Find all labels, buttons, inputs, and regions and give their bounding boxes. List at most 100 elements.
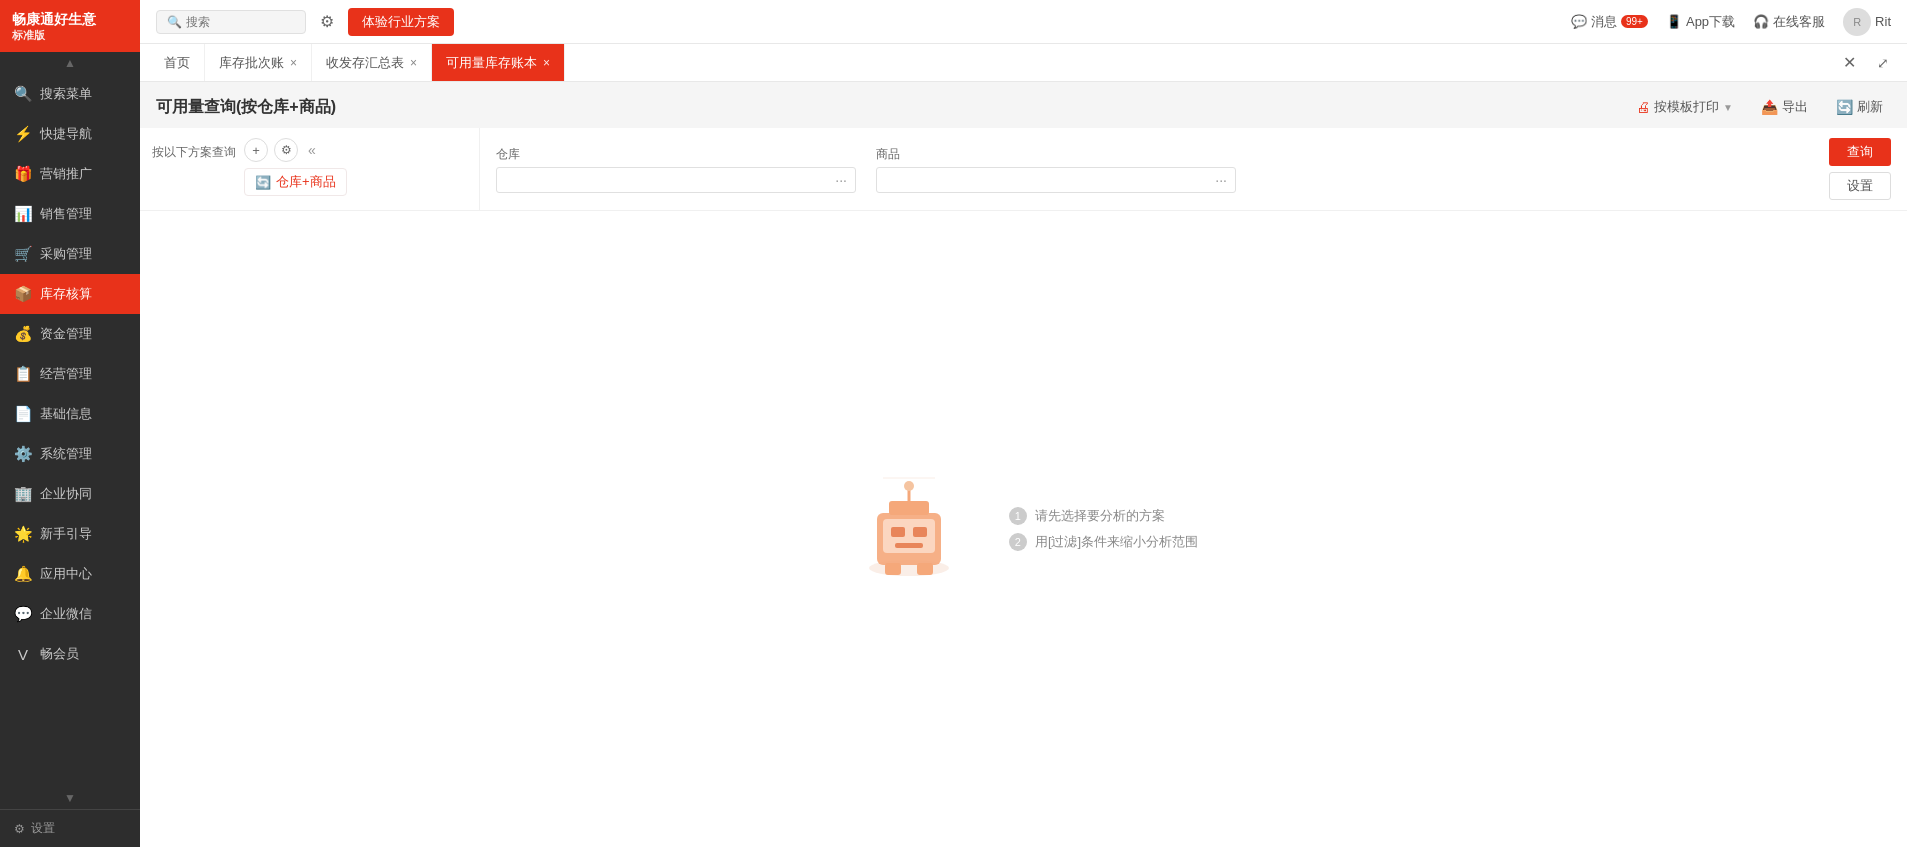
sidebar-item-marketing[interactable]: 🎁 营销推广 — [0, 154, 140, 194]
filter-buttons: 查询 设置 — [1829, 138, 1891, 200]
sidebar-item-search[interactable]: 🔍 搜索菜单 — [0, 74, 140, 114]
search-input[interactable] — [186, 15, 296, 29]
sidebar-label-system: 系统管理 — [40, 445, 92, 463]
sidebar-item-wechat[interactable]: 💬 企业微信 — [0, 594, 140, 634]
svg-rect-10 — [917, 563, 933, 575]
product-label: 商品 — [876, 146, 1236, 163]
sidebar-item-basic[interactable]: 📄 基础信息 — [0, 394, 140, 434]
sidebar-nav: 🔍 搜索菜单 ⚡ 快捷导航 🎁 营销推广 📊 销售管理 🛒 采购管理 📦 库存核… — [0, 74, 140, 787]
sidebar-label-newuser: 新手引导 — [40, 525, 92, 543]
sidebar-item-operations[interactable]: 📋 经营管理 — [0, 354, 140, 394]
tab-summary[interactable]: 收发存汇总表× — [312, 44, 432, 81]
sidebar-label-apps: 应用中心 — [40, 565, 92, 583]
warehouse-input[interactable] — [505, 173, 835, 187]
query-button[interactable]: 查询 — [1829, 138, 1891, 166]
scheme-warehouse-product[interactable]: 🔄 仓库+商品 — [244, 168, 347, 196]
topbar-right: 💬 消息 99+ 📱 App下载 🎧 在线客服 R Rit — [1571, 8, 1891, 36]
tab-close-batch[interactable]: × — [290, 56, 297, 70]
svg-rect-4 — [913, 527, 927, 537]
sidebar-item-system[interactable]: ⚙️ 系统管理 — [0, 434, 140, 474]
trial-button[interactable]: 体验行业方案 — [348, 8, 454, 36]
close-tab-btn[interactable]: ✕ — [1835, 49, 1863, 77]
sidebar: 畅康通好生意 标准版 ▲ 🔍 搜索菜单 ⚡ 快捷导航 🎁 营销推广 📊 销售管理… — [0, 0, 140, 847]
tab-home[interactable]: 首页 — [150, 44, 205, 81]
filter-scheme-row: + ⚙ « — [244, 138, 347, 162]
sidebar-label-search: 搜索菜单 — [40, 85, 92, 103]
collapse-btn[interactable]: « — [304, 140, 320, 160]
system-icon: ⚙️ — [14, 445, 32, 463]
sidebar-label-wechat: 企业微信 — [40, 605, 92, 623]
sidebar-item-apps[interactable]: 🔔 应用中心 — [0, 554, 140, 594]
filter-right: 仓库 ··· 商品 ··· 查询 设置 — [480, 128, 1907, 210]
search-icon: 🔍 — [167, 15, 182, 29]
sidebar-footer-settings[interactable]: ⚙ 设置 — [0, 809, 140, 847]
product-more-icon[interactable]: ··· — [1215, 172, 1227, 188]
sidebar-item-shortcut[interactable]: ⚡ 快捷导航 — [0, 114, 140, 154]
export-label: 导出 — [1782, 98, 1808, 116]
message-btn[interactable]: 💬 消息 99+ — [1571, 13, 1648, 31]
sidebar-label-basic: 基础信息 — [40, 405, 92, 423]
app-download-label: App下载 — [1686, 13, 1735, 31]
service-label: 在线客服 — [1773, 13, 1825, 31]
filter-label: 按以下方案查询 — [152, 138, 236, 161]
empty-cube-svg — [849, 473, 969, 583]
svg-rect-3 — [891, 527, 905, 537]
topbar: 🔍 ⚙ 体验行业方案 💬 消息 99+ 📱 App下载 🎧 在线客服 R — [140, 0, 1907, 44]
sidebar-item-member[interactable]: V 畅会员 — [0, 634, 140, 674]
print-btn[interactable]: 🖨 按模板打印 ▼ — [1628, 94, 1741, 120]
sidebar-scroll-up[interactable]: ▲ — [0, 52, 140, 74]
sidebar-scroll-down[interactable]: ▼ — [0, 787, 140, 809]
hint-text-2: 用[过滤]条件来缩小分析范围 — [1035, 533, 1198, 551]
filter-field-warehouse: 仓库 ··· — [496, 146, 856, 193]
add-scheme-btn[interactable]: + — [244, 138, 268, 162]
sidebar-item-sales[interactable]: 📊 销售管理 — [0, 194, 140, 234]
sidebar-label-marketing: 营销推广 — [40, 165, 92, 183]
user-avatar-btn[interactable]: R Rit — [1843, 8, 1891, 36]
sidebar-item-purchase[interactable]: 🛒 采购管理 — [0, 234, 140, 274]
product-input-box[interactable]: ··· — [876, 167, 1236, 193]
sidebar-label-finance: 资金管理 — [40, 325, 92, 343]
tab-close-summary[interactable]: × — [410, 56, 417, 70]
sidebar-item-inventory[interactable]: 📦 库存核算 — [0, 274, 140, 314]
scheme-icon: 🔄 — [255, 175, 271, 190]
edit-scheme-btn[interactable]: ⚙ — [274, 138, 298, 162]
svg-rect-5 — [895, 543, 923, 548]
refresh-btn[interactable]: 🔄 刷新 — [1828, 94, 1891, 120]
topbar-search-box[interactable]: 🔍 — [156, 10, 306, 34]
sidebar-item-newuser[interactable]: 🌟 新手引导 — [0, 514, 140, 554]
page-header-actions: 🖨 按模板打印 ▼ 📤 导出 🔄 刷新 — [1628, 94, 1891, 120]
tab-available[interactable]: 可用量库存账本× — [432, 44, 565, 81]
message-badge: 99+ — [1621, 15, 1648, 28]
inventory-icon: 📦 — [14, 285, 32, 303]
message-label: 消息 — [1591, 13, 1617, 31]
expand-tab-btn[interactable]: ⤢ — [1869, 49, 1897, 77]
app-download-btn[interactable]: 📱 App下载 — [1666, 13, 1735, 31]
svg-rect-9 — [885, 563, 901, 575]
settings-button[interactable]: 设置 — [1829, 172, 1891, 200]
warehouse-input-box[interactable]: ··· — [496, 167, 856, 193]
user-name: Rit — [1875, 14, 1891, 29]
filter-left: 按以下方案查询 + ⚙ « 🔄 仓库+商品 — [140, 128, 480, 210]
product-input[interactable] — [885, 173, 1215, 187]
sidebar-label-purchase: 采购管理 — [40, 245, 92, 263]
settings-icon: ⚙ — [14, 822, 25, 836]
sidebar-item-enterprise[interactable]: 🏢 企业协同 — [0, 474, 140, 514]
filter-field-product: 商品 ··· — [876, 146, 1236, 193]
topbar-gear-icon[interactable]: ⚙ — [316, 8, 338, 35]
warehouse-label: 仓库 — [496, 146, 856, 163]
member-icon: V — [14, 646, 32, 663]
sidebar-item-finance[interactable]: 💰 资金管理 — [0, 314, 140, 354]
tab-batch[interactable]: 库存批次账× — [205, 44, 312, 81]
enterprise-icon: 🏢 — [14, 485, 32, 503]
content-area: 1 请先选择要分析的方案 2 用[过滤]条件来缩小分析范围 — [140, 211, 1907, 847]
filter-container: 按以下方案查询 + ⚙ « 🔄 仓库+商品 仓库 ··· — [140, 128, 1907, 211]
warehouse-more-icon[interactable]: ··· — [835, 172, 847, 188]
tab-close-available[interactable]: × — [543, 56, 550, 70]
empty-hint-2: 2 用[过滤]条件来缩小分析范围 — [1009, 533, 1198, 551]
export-btn[interactable]: 📤 导出 — [1753, 94, 1816, 120]
hint-num-2: 2 — [1009, 533, 1027, 551]
sales-icon: 📊 — [14, 205, 32, 223]
service-btn[interactable]: 🎧 在线客服 — [1753, 13, 1825, 31]
sidebar-label-enterprise: 企业协同 — [40, 485, 92, 503]
print-icon: 🖨 — [1636, 99, 1650, 115]
